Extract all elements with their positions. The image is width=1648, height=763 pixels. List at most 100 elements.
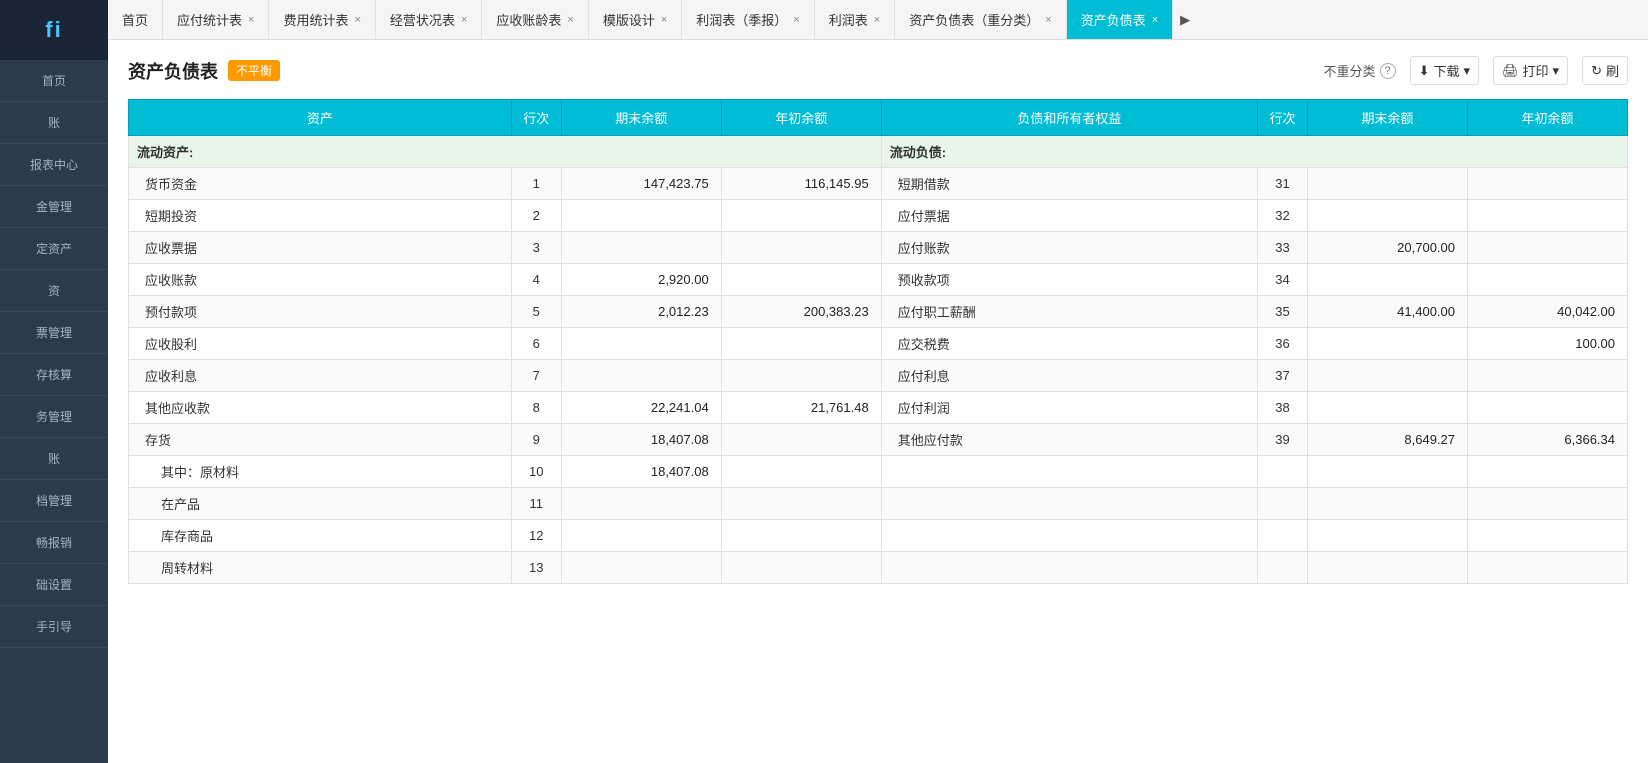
end-balance-right: 41,400.00	[1308, 296, 1468, 328]
begin-balance-right	[1468, 264, 1628, 296]
row-num-right	[1258, 488, 1308, 520]
print-dropdown-icon: ▾	[1553, 63, 1560, 79]
tab-ar-aging[interactable]: 应收账龄表 ×	[482, 0, 588, 40]
begin-balance-left: 200,383.23	[721, 296, 881, 328]
begin-balance-right: 6,366.34	[1468, 424, 1628, 456]
help-icon[interactable]: ?	[1380, 63, 1396, 79]
classify-label: 不重分类 ?	[1324, 61, 1396, 80]
close-tab-ap-stats[interactable]: ×	[248, 14, 254, 26]
close-tab-operation[interactable]: ×	[461, 14, 467, 26]
col-end-balance-left: 期末余额	[561, 100, 721, 136]
begin-balance-right	[1468, 392, 1628, 424]
toolbar-right: 不重分类 ? ⬇ 下载 ▾ 🖨 打印 ▾ ↻ 刷	[1324, 56, 1628, 85]
print-button[interactable]: 🖨 打印 ▾	[1493, 56, 1568, 85]
tab-expense-stats[interactable]: 费用统计表 ×	[269, 0, 375, 40]
begin-balance-left	[721, 488, 881, 520]
sidebar-item-archive[interactable]: 档管理	[0, 480, 108, 522]
close-tab-balance-reclassify[interactable]: ×	[1045, 14, 1051, 26]
sidebar-item-ledger[interactable]: 账	[0, 438, 108, 480]
begin-balance-right	[1468, 456, 1628, 488]
row-num-left: 12	[511, 520, 561, 552]
end-balance-left	[561, 232, 721, 264]
tab-home[interactable]: 首页	[108, 0, 163, 40]
liability-name	[881, 520, 1257, 552]
end-balance-left: 2,012.23	[561, 296, 721, 328]
liability-name: 应交税费	[881, 328, 1257, 360]
sidebar-logo: fi	[0, 0, 108, 60]
refresh-button[interactable]: ↻ 刷	[1582, 56, 1628, 85]
tab-profit[interactable]: 利润表 ×	[815, 0, 895, 40]
begin-balance-right	[1468, 232, 1628, 264]
begin-balance-right	[1468, 552, 1628, 584]
sidebar-item-tax[interactable]: 务管理	[0, 396, 108, 438]
tab-ap-stats[interactable]: 应付统计表 ×	[163, 0, 269, 40]
sidebar-item-expense[interactable]: 畅报销	[0, 522, 108, 564]
tab-profit-quarterly[interactable]: 利润表（季报） ×	[682, 0, 814, 40]
download-icon: ⬇	[1419, 63, 1430, 79]
col-liability: 负债和所有者权益	[881, 100, 1257, 136]
end-balance-left: 18,407.08	[561, 456, 721, 488]
liability-name	[881, 456, 1257, 488]
row-num-left: 1	[511, 168, 561, 200]
begin-balance-right: 40,042.00	[1468, 296, 1628, 328]
close-tab-expense-stats[interactable]: ×	[354, 14, 360, 26]
asset-name: 预付款项	[129, 296, 512, 328]
asset-name: 在产品	[129, 488, 512, 520]
row-num-left: 6	[511, 328, 561, 360]
end-balance-left: 22,241.04	[561, 392, 721, 424]
tab-operation[interactable]: 经营状况表 ×	[376, 0, 482, 40]
sidebar-item-report-center[interactable]: 报表中心	[0, 144, 108, 186]
tab-arrow-right[interactable]: ▶	[1173, 0, 1197, 40]
row-num-left: 9	[511, 424, 561, 456]
end-balance-right	[1308, 552, 1468, 584]
end-balance-left	[561, 360, 721, 392]
row-num-left: 2	[511, 200, 561, 232]
close-tab-profit[interactable]: ×	[874, 14, 880, 26]
liability-name: 其他应付款	[881, 424, 1257, 456]
asset-name: 应收票据	[129, 232, 512, 264]
tab-bar: 首页 应付统计表 × 费用统计表 × 经营状况表 × 应收账龄表 × 模版设计 …	[108, 0, 1648, 40]
row-num-left: 10	[511, 456, 561, 488]
end-balance-left	[561, 328, 721, 360]
sidebar-item-bill[interactable]: 票管理	[0, 312, 108, 354]
tab-template[interactable]: 模版设计 ×	[589, 0, 682, 40]
sidebar-item-settings[interactable]: 础设置	[0, 564, 108, 606]
col-begin-balance-left: 年初余额	[721, 100, 881, 136]
close-tab-ar-aging[interactable]: ×	[567, 14, 573, 26]
liability-name: 预收款项	[881, 264, 1257, 296]
close-tab-profit-quarterly[interactable]: ×	[793, 14, 799, 26]
asset-name: 库存商品	[129, 520, 512, 552]
asset-name: 存货	[129, 424, 512, 456]
begin-balance-left	[721, 552, 881, 584]
sidebar-item-home[interactable]: 首页	[0, 60, 108, 102]
refresh-icon: ↻	[1591, 63, 1602, 79]
tab-balance-reclassify[interactable]: 资产负债表（重分类） ×	[895, 0, 1066, 40]
end-balance-left: 18,407.08	[561, 424, 721, 456]
sidebar-item-fund[interactable]: 金管理	[0, 186, 108, 228]
page-title-area: 资产负债表 不平衡	[128, 58, 280, 84]
asset-name: 其中：原材料	[129, 456, 512, 488]
page-header: 资产负债表 不平衡 不重分类 ? ⬇ 下载 ▾ 🖨 打印 ▾	[128, 56, 1628, 85]
download-button[interactable]: ⬇ 下载 ▾	[1410, 56, 1479, 85]
row-num-right: 37	[1258, 360, 1308, 392]
liability-name: 应付利润	[881, 392, 1257, 424]
row-num-right: 31	[1258, 168, 1308, 200]
begin-balance-right	[1468, 488, 1628, 520]
close-tab-template[interactable]: ×	[661, 14, 667, 26]
asset-name: 周转材料	[129, 552, 512, 584]
end-balance-left	[561, 552, 721, 584]
close-tab-balance[interactable]: ×	[1152, 14, 1158, 26]
sidebar-item-fixed-assets[interactable]: 定资产	[0, 228, 108, 270]
sidebar-item-invest[interactable]: 资	[0, 270, 108, 312]
end-balance-right	[1308, 264, 1468, 296]
row-num-right: 35	[1258, 296, 1308, 328]
sidebar: fi 首页 账 报表中心 金管理 定资产 资 票管理 存核算 务管理 账 档管理…	[0, 0, 108, 763]
row-num-right: 36	[1258, 328, 1308, 360]
main-area: 首页 应付统计表 × 费用统计表 × 经营状况表 × 应收账龄表 × 模版设计 …	[108, 0, 1648, 763]
sidebar-item-inventory[interactable]: 存核算	[0, 354, 108, 396]
sidebar-item-guide[interactable]: 手引导	[0, 606, 108, 648]
begin-balance-right	[1468, 520, 1628, 552]
tab-balance[interactable]: 资产负债表 ×	[1067, 0, 1173, 40]
begin-balance-left	[721, 200, 881, 232]
sidebar-item-account[interactable]: 账	[0, 102, 108, 144]
